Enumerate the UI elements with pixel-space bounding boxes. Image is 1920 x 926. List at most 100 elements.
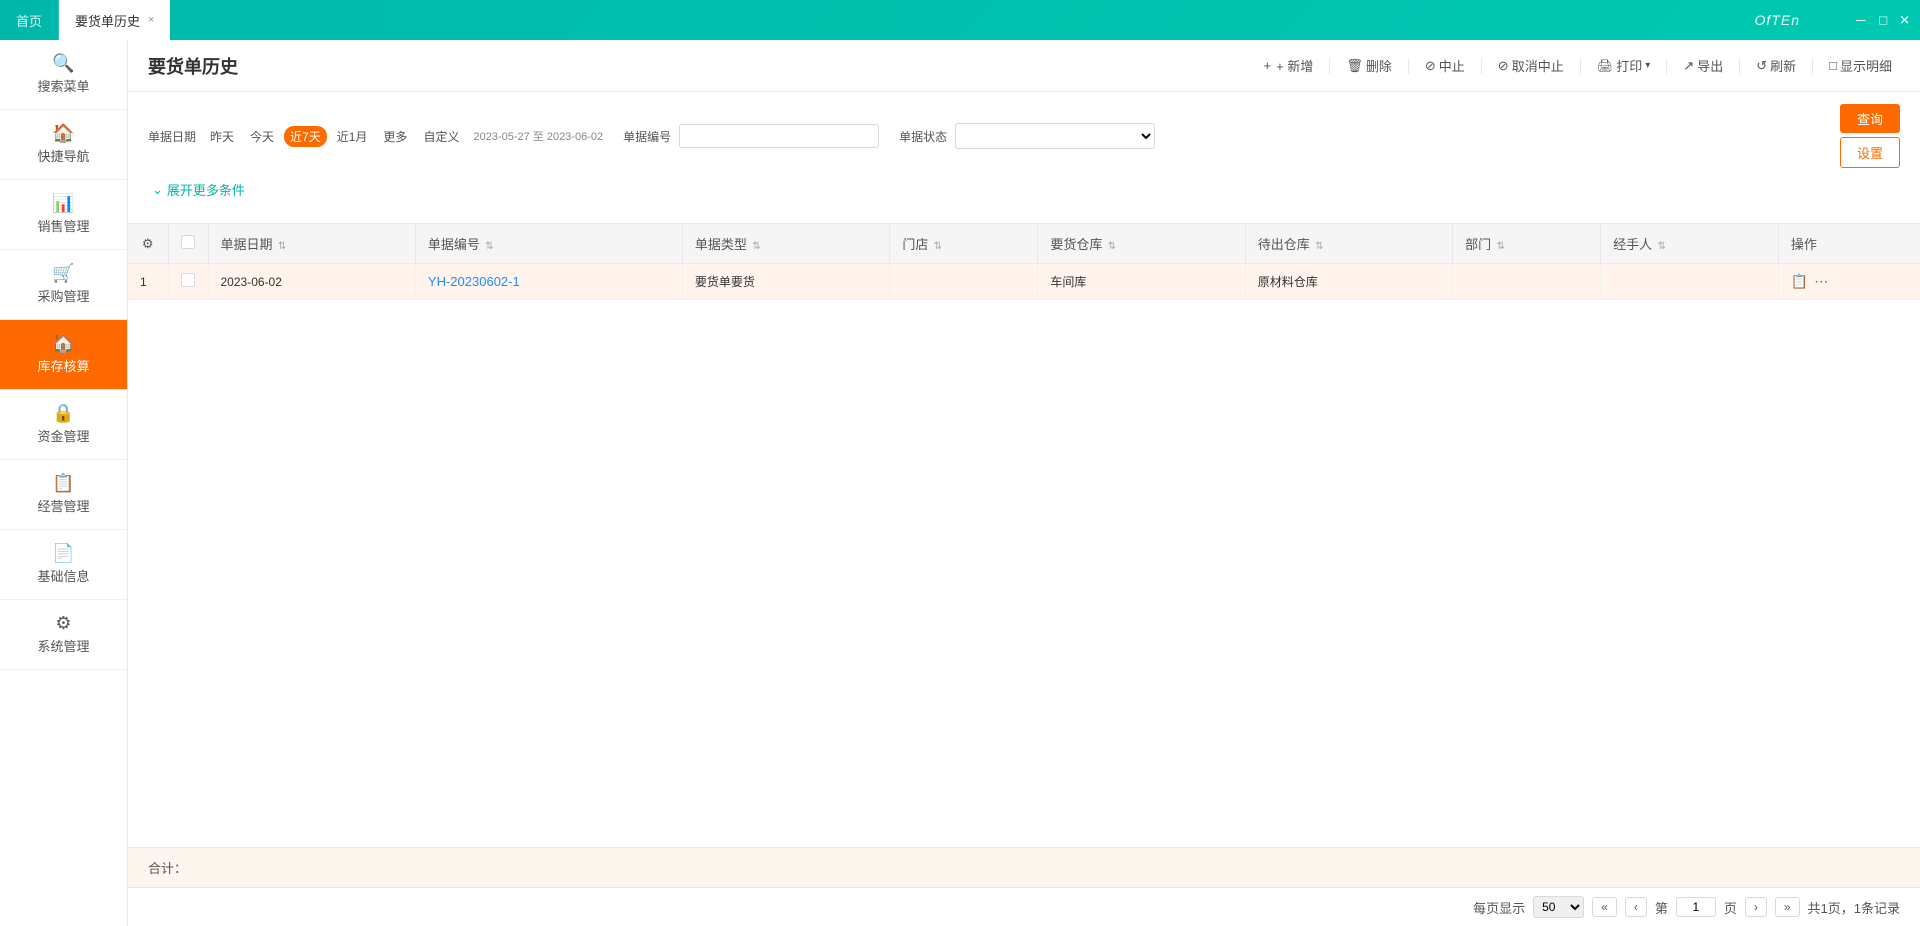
sidebar-item-ops-mgmt[interactable]: 📋 经营管理 [0,460,127,530]
basic-info-icon: 📄 [52,544,74,562]
total-info: 共1页，1条记录 [1808,898,1900,917]
th-settings[interactable]: ⚙ [128,224,168,264]
brand-text: OfTEn [1755,12,1800,28]
date-shortcut-yesterday[interactable]: 昨天 [204,126,240,147]
sidebar-label-sales-mgmt: 销售管理 [37,216,89,235]
row-actions: 📋 ⋯ [1791,273,1908,290]
filter-row-expand: ⌄ 展开更多条件 [148,176,1900,203]
sidebar-item-sales-mgmt[interactable]: 📊 销售管理 [0,180,127,250]
order-status-select[interactable] [955,123,1155,149]
sales-mgmt-icon: 📊 [52,194,74,212]
new-icon: + [1264,58,1272,73]
export-button[interactable]: ↗ 导出 [1675,52,1731,79]
sidebar-item-inventory[interactable]: 🏠 库存核算 [0,320,127,390]
restore-icon[interactable]: □ [1879,13,1887,28]
th-order-type: 单据类型 ⇅ [682,224,889,264]
row-edit-icon[interactable]: 📋 [1791,273,1808,290]
data-table: ⚙ 单据日期 ⇅ 单据编号 ⇅ [128,224,1920,300]
close-icon[interactable]: ✕ [1899,12,1910,28]
sort-orderno-icon[interactable]: ⇅ [485,241,493,252]
per-page-select[interactable]: 50 10 20 100 [1533,896,1584,918]
order-status-label: 单据状态 [899,128,947,145]
order-no-input[interactable] [679,124,879,148]
tab-close-icon[interactable]: × [148,14,154,26]
sidebar-item-quick-nav[interactable]: 🏠 快捷导航 [0,110,127,180]
sort-department-icon[interactable]: ⇅ [1497,241,1505,252]
sidebar: 🔍 搜索菜单 🏠 快捷导航 📊 销售管理 🛒 采购管理 🏠 库存核算 🔒 资金管… [0,40,128,926]
next-page-button[interactable]: › [1745,897,1767,917]
td-req-warehouse: 车间库 [1038,264,1245,300]
date-shortcut-more[interactable]: 更多 [377,126,413,147]
divider4 [1580,58,1581,74]
sidebar-item-finance-mgmt[interactable]: 🔒 资金管理 [0,390,127,460]
pagination-bar: 每页显示 50 10 20 100 « ‹ 第 页 › » 共1页，1条记录 [128,887,1920,926]
sort-reqwarehouse-icon[interactable]: ⇅ [1108,241,1116,252]
last-page-button[interactable]: » [1775,897,1800,917]
sidebar-item-purchase-mgmt[interactable]: 🛒 采购管理 [0,250,127,320]
td-store [890,264,1038,300]
date-shortcuts: 昨天 今天 近7天 近1月 更多 自定义 [204,126,465,147]
sidebar-item-sys-mgmt[interactable]: ⚙ 系统管理 [0,600,127,670]
refresh-icon: ↺ [1756,58,1767,74]
th-store: 门店 ⇅ [890,224,1038,264]
minimize-icon[interactable]: － [1854,11,1867,30]
settings-button[interactable]: 设置 [1840,137,1900,168]
date-range-display: 2023-05-27 至 2023-06-02 [473,128,603,144]
quick-nav-icon: 🏠 [52,124,74,142]
inventory-icon: 🏠 [52,334,74,352]
query-button[interactable]: 查询 [1840,104,1900,133]
table-header-row: ⚙ 单据日期 ⇅ 单据编号 ⇅ [128,224,1920,264]
print-chevron-icon: ▾ [1645,60,1650,71]
date-shortcut-custom[interactable]: 自定义 [417,126,465,147]
print-button[interactable]: 🖨 打印 ▾ [1589,52,1659,79]
sidebar-label-quick-nav: 快捷导航 [37,146,89,165]
divider6 [1739,58,1740,74]
cancel-stop-button[interactable]: ⊘ 取消中止 [1490,52,1572,79]
sort-store-icon[interactable]: ⇅ [934,241,942,252]
date-filter-label: 单据日期 [148,128,196,145]
page-input[interactable] [1676,897,1716,917]
date-shortcut-last1month[interactable]: 近1月 [331,126,374,147]
page-suffix: 页 [1724,898,1737,917]
window-controls: － □ ✕ [1854,11,1910,30]
expand-more-button[interactable]: ⌄ 展开更多条件 [148,176,249,203]
content-area: 要货单历史 + + 新增 🗑 删除 ⊘ 中止 [128,40,1920,926]
sort-pendingwarehouse-icon[interactable]: ⇅ [1315,241,1323,252]
sidebar-item-basic-info[interactable]: 📄 基础信息 [0,530,127,600]
table-row: 1 2023-06-02 YH-20230602-1 要货单要货 车间库 原材料… [128,264,1920,300]
sort-date-icon[interactable]: ⇅ [278,241,286,252]
stop-button[interactable]: ⊘ 中止 [1417,52,1473,79]
print-icon: 🖨 [1597,58,1614,74]
row-checkbox[interactable] [181,273,195,287]
sidebar-item-search-menu[interactable]: 🔍 搜索菜单 [0,40,127,110]
order-no-link[interactable]: YH-20230602-1 [428,274,520,289]
th-pending-warehouse: 待出仓库 ⇅ [1245,224,1452,264]
td-department [1453,264,1601,300]
sidebar-label-basic-info: 基础信息 [37,566,89,585]
new-button[interactable]: + + 新增 [1256,52,1322,79]
date-shortcut-last7days[interactable]: 近7天 [284,126,327,147]
order-no-label: 单据编号 [623,128,671,145]
sort-handler-icon[interactable]: ⇅ [1658,241,1666,252]
tab-home[interactable]: 首页 [0,0,59,40]
row-delete-icon[interactable]: ⋯ [1814,273,1828,290]
td-order-type: 要货单要货 [682,264,889,300]
sort-ordertype-icon[interactable]: ⇅ [752,241,760,252]
prev-page-button[interactable]: ‹ [1625,897,1647,917]
cancel-stop-icon: ⊘ [1498,58,1509,74]
per-page-label: 每页显示 [1473,898,1525,917]
tab-purchase-history[interactable]: 要货单历史 × [59,0,170,40]
header-checkbox[interactable] [181,235,195,249]
refresh-button[interactable]: ↺ 刷新 [1748,52,1804,79]
date-shortcut-today[interactable]: 今天 [244,126,280,147]
display-detail-button[interactable]: □ 显示明细 [1821,52,1900,79]
column-settings-icon[interactable]: ⚙ [142,236,154,251]
first-page-button[interactable]: « [1592,897,1617,917]
search-menu-icon: 🔍 [52,54,74,72]
toolbar: + + 新增 🗑 删除 ⊘ 中止 ⊘ [1256,52,1900,79]
purchase-mgmt-icon: 🛒 [52,264,74,282]
delete-button[interactable]: 🗑 删除 [1338,52,1400,79]
date-filter-group: 单据日期 昨天 今天 近7天 近1月 更多 自定义 2023-05-27 至 2… [148,126,603,147]
table-container: ⚙ 单据日期 ⇅ 单据编号 ⇅ [128,224,1920,847]
sidebar-label-finance-mgmt: 资金管理 [37,426,89,445]
